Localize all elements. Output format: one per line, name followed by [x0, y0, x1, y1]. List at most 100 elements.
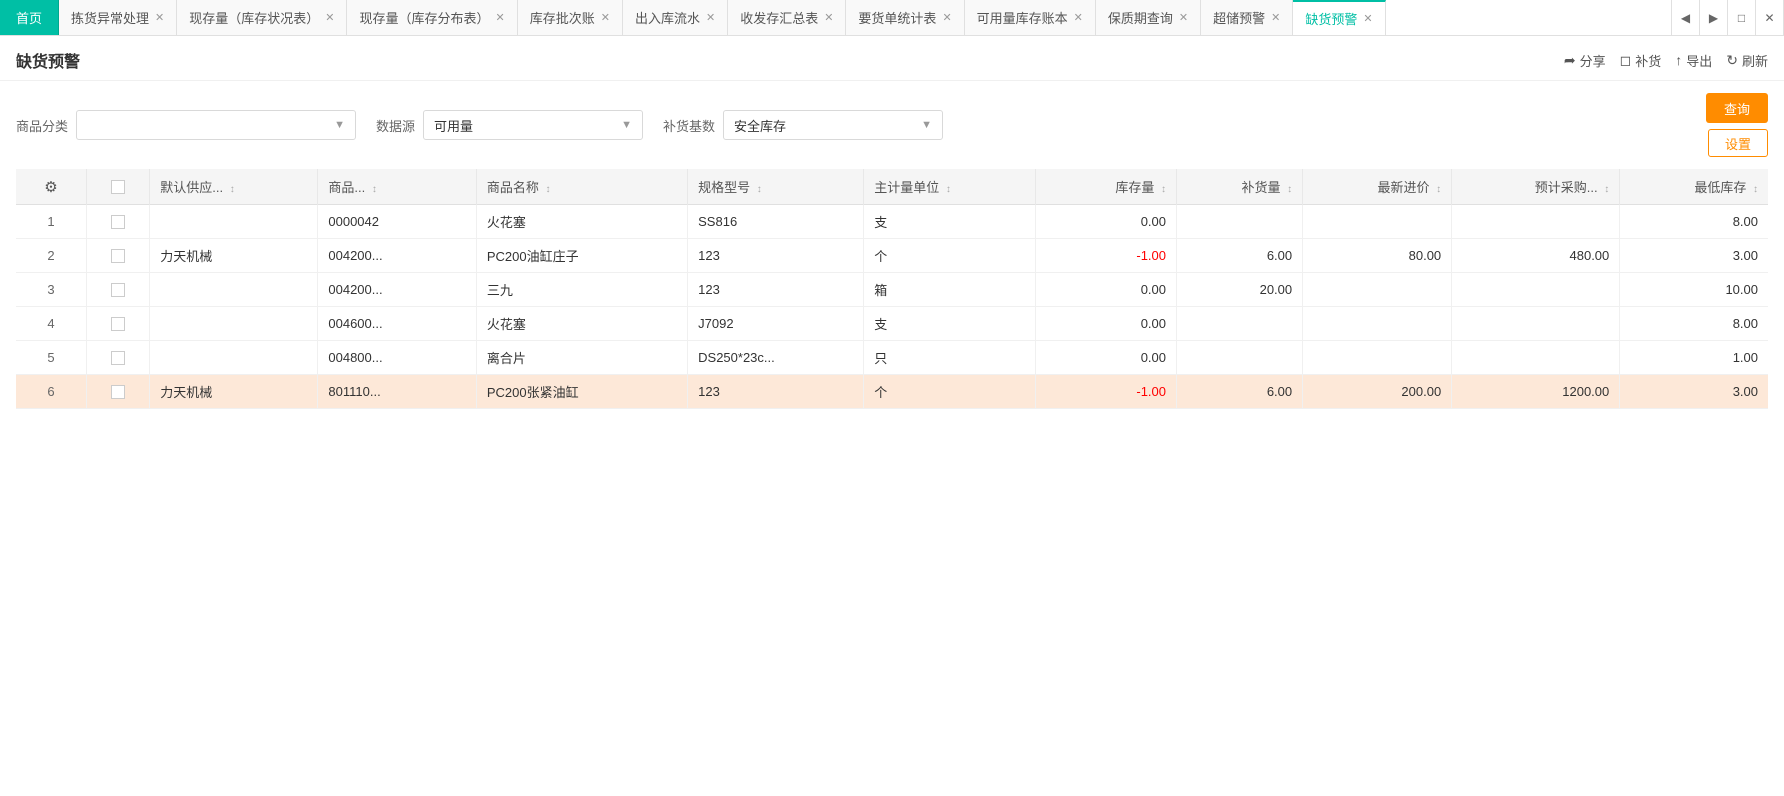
- tab-close-btn[interactable]: ✕: [1179, 11, 1188, 24]
- sort-spec-icon[interactable]: ↕: [757, 184, 762, 195]
- row-checkbox[interactable]: [111, 385, 125, 399]
- tab-item-stock-status[interactable]: 现存量（库存状况表）✕: [177, 0, 347, 36]
- tab-prev-btn[interactable]: ◀: [1672, 0, 1700, 36]
- cell-checkbox[interactable]: [86, 273, 149, 307]
- tab-item-order-stats[interactable]: 要货单统计表 ✕: [846, 0, 964, 36]
- tab-close-btn[interactable]: ✕: [706, 11, 715, 24]
- cell-minstk: 8.00: [1620, 307, 1768, 341]
- tab-item-abnormal[interactable]: 拣货异常处理✕: [59, 0, 177, 36]
- sort-stock-icon[interactable]: ↕: [1161, 184, 1166, 195]
- page-title: 缺货预警: [16, 48, 80, 72]
- tab-item-expiry[interactable]: 保质期查询✕: [1096, 0, 1201, 36]
- tab-item-shortage[interactable]: 缺货预警✕: [1293, 0, 1385, 36]
- tab-label: 要货单统计表: [858, 8, 936, 27]
- cell-spec: DS250*23c...: [688, 341, 864, 375]
- cell-minstk: 3.00: [1620, 375, 1768, 409]
- tab-close-btn[interactable]: ✕: [1363, 12, 1372, 25]
- sort-minstk-icon[interactable]: ↕: [1753, 184, 1758, 195]
- tab-close-btn[interactable]: ✕: [824, 11, 833, 24]
- tab-close-all-btn[interactable]: ✕: [1756, 0, 1784, 36]
- cell-checkbox[interactable]: [86, 307, 149, 341]
- cell-supplier: [150, 307, 318, 341]
- row-checkbox[interactable]: [111, 249, 125, 263]
- th-minstk-label: 最低库存: [1694, 180, 1746, 195]
- tab-close-btn[interactable]: ✕: [155, 11, 164, 24]
- export-btn[interactable]: ↑ 导出: [1675, 51, 1712, 70]
- export-icon: ↑: [1675, 52, 1682, 68]
- cell-checkbox[interactable]: [86, 205, 149, 239]
- tab-close-btn[interactable]: ✕: [496, 11, 505, 24]
- table-row[interactable]: 6 力天机械 801110... PC200张紧油缸 123 个 -1.00 6…: [16, 375, 1768, 409]
- th-unit: 主计量单位 ↕: [864, 169, 1036, 205]
- th-stock-label: 库存量: [1115, 180, 1154, 195]
- tab-restore-btn[interactable]: □: [1728, 0, 1756, 36]
- gear-icon: ⚙: [44, 179, 57, 196]
- tab-close-btn[interactable]: ✕: [1271, 11, 1280, 24]
- tab-item-avail-ledger[interactable]: 可用量库存账本✕: [965, 0, 1096, 36]
- replenish-label: 补货: [1635, 51, 1661, 70]
- select-all-checkbox[interactable]: [111, 180, 125, 194]
- th-price: 最新进价 ↕: [1303, 169, 1452, 205]
- replen-basis-select-arrow: ▼: [921, 119, 932, 131]
- tab-close-btn[interactable]: ✕: [325, 11, 334, 24]
- tab-item-stock-dist[interactable]: 现存量（库存分布表） ✕: [347, 0, 517, 36]
- cell-code: 004200...: [318, 273, 476, 307]
- th-gear[interactable]: ⚙: [16, 169, 86, 205]
- sort-price-icon[interactable]: ↕: [1436, 184, 1441, 195]
- cell-price: 80.00: [1303, 239, 1452, 273]
- sort-supplier-icon[interactable]: ↕: [230, 184, 235, 195]
- replen-basis-filter-group: 补货基数 安全库存 ▼: [663, 110, 943, 140]
- cell-code: 004600...: [318, 307, 476, 341]
- settings-button[interactable]: 设置: [1708, 129, 1768, 157]
- datasource-select[interactable]: 可用量 ▼: [423, 110, 643, 140]
- table-row[interactable]: 3 004200... 三九 123 箱 0.00 20.00 10.00: [16, 273, 1768, 307]
- query-button[interactable]: 查询: [1706, 93, 1768, 123]
- cell-spec: SS816: [688, 205, 864, 239]
- cell-index: 2: [16, 239, 86, 273]
- cell-unit: 个: [864, 375, 1036, 409]
- datasource-filter-group: 数据源 可用量 ▼: [376, 110, 643, 140]
- sort-replen-icon[interactable]: ↕: [1287, 184, 1292, 195]
- sort-unit-icon[interactable]: ↕: [946, 184, 951, 195]
- tab-item-batch-account[interactable]: 库存批次账✕: [518, 0, 623, 36]
- replenish-btn[interactable]: ◻ 补货: [1620, 51, 1662, 70]
- table-row[interactable]: 5 004800... 离合片 DS250*23c... 只 0.00 1.00: [16, 341, 1768, 375]
- share-btn[interactable]: ➦ 分享: [1564, 51, 1606, 70]
- tab-next-btn[interactable]: ▶: [1700, 0, 1728, 36]
- tab-home-label: 首页: [16, 8, 42, 27]
- row-checkbox[interactable]: [111, 283, 125, 297]
- sort-est-icon[interactable]: ↕: [1604, 184, 1609, 195]
- cell-price: [1303, 341, 1452, 375]
- cell-minstk: 3.00: [1620, 239, 1768, 273]
- category-select-arrow: ▼: [334, 119, 345, 131]
- refresh-btn[interactable]: ↻ 刷新: [1726, 51, 1768, 70]
- sort-code-icon[interactable]: ↕: [372, 184, 377, 195]
- table-row[interactable]: 4 004600... 火花塞 J7092 支 0.00 8.00: [16, 307, 1768, 341]
- cell-unit: 只: [864, 341, 1036, 375]
- row-checkbox[interactable]: [111, 215, 125, 229]
- table-header-row: ⚙ 默认供应... ↕ 商品... ↕ 商品名称 ↕: [16, 169, 1768, 205]
- table-row[interactable]: 1 0000042 火花塞 SS816 支 0.00 8.00: [16, 205, 1768, 239]
- tab-label: 现存量（库存分布表）: [359, 8, 489, 27]
- row-checkbox[interactable]: [111, 317, 125, 331]
- table-row[interactable]: 2 力天机械 004200... PC200油缸庄子 123 个 -1.00 6…: [16, 239, 1768, 273]
- cell-checkbox[interactable]: [86, 239, 149, 273]
- cell-minstk: 8.00: [1620, 205, 1768, 239]
- tab-home[interactable]: 首页: [0, 0, 59, 36]
- cell-checkbox[interactable]: [86, 375, 149, 409]
- cell-supplier: 力天机械: [150, 375, 318, 409]
- tab-close-btn[interactable]: ✕: [601, 11, 610, 24]
- cell-index: 1: [16, 205, 86, 239]
- tab-item-overstock[interactable]: 超储预警✕: [1201, 0, 1293, 36]
- tab-item-recv-summary[interactable]: 收发存汇总表✕: [728, 0, 846, 36]
- tab-close-btn[interactable]: ✕: [942, 11, 951, 24]
- tab-close-btn[interactable]: ✕: [1074, 11, 1083, 24]
- th-checkbox[interactable]: [86, 169, 149, 205]
- tab-item-inout-flow[interactable]: 出入库流水✕: [623, 0, 728, 36]
- sort-name-icon[interactable]: ↕: [546, 184, 551, 195]
- cell-checkbox[interactable]: [86, 341, 149, 375]
- row-checkbox[interactable]: [111, 351, 125, 365]
- category-select[interactable]: ▼: [76, 110, 356, 140]
- replen-basis-select[interactable]: 安全库存 ▼: [723, 110, 943, 140]
- th-est-label: 预计采购...: [1535, 180, 1598, 195]
